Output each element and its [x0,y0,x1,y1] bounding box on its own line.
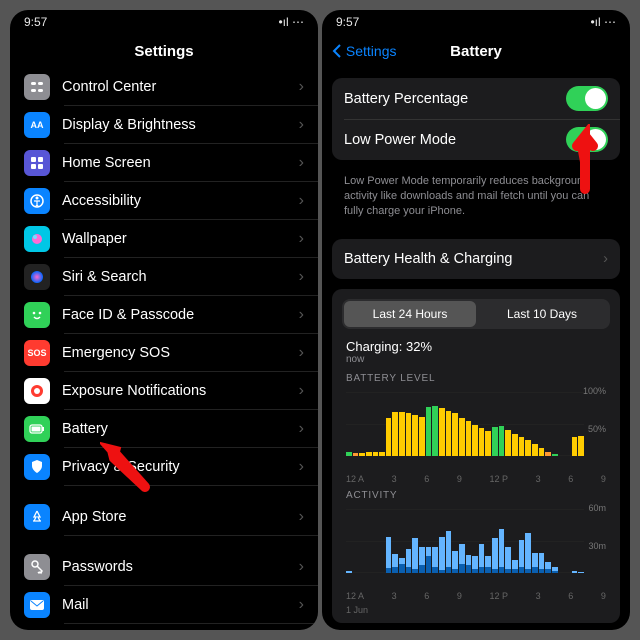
chevron-right-icon: › [299,230,304,248]
ylab: 50% [588,424,606,434]
chart-activity: 60m 30m [346,505,606,587]
row-label: Control Center [62,79,299,95]
row-icon [24,504,50,530]
charging-sub: now [332,354,620,371]
page-title: Settings [10,34,318,68]
row-label: Privacy & Security [62,459,299,475]
row-label: Wallpaper [62,231,299,247]
row-icon: AA [24,112,50,138]
row-label: Battery [62,421,299,437]
row-icon [24,454,50,480]
charging-status: Charging: 32% [332,339,620,354]
lpm-footnote: Low Power Mode temporarily reduces backg… [322,170,630,229]
row-icon [24,188,50,214]
row-label: Emergency SOS [62,345,299,361]
settings-row[interactable]: Mail› [10,586,318,624]
chevron-right-icon: › [299,420,304,438]
ylab: 60m [588,503,606,513]
chevron-right-icon: › [299,154,304,172]
chevron-right-icon: › [299,116,304,134]
status-time: 9:57 [24,15,47,29]
segment-10d[interactable]: Last 10 Days [476,301,608,327]
row-label: Display & Brightness [62,117,299,133]
settings-row[interactable]: Battery› [10,410,318,448]
row-icon [24,74,50,100]
chevron-right-icon: › [299,306,304,324]
chevron-right-icon: › [299,192,304,210]
row-icon [24,554,50,580]
toggle-battery-percentage[interactable] [566,86,608,111]
status-time: 9:57 [336,15,359,29]
chart-title-activity: ACTIVITY [332,488,620,503]
row-label: Siri & Search [62,269,299,285]
row-icon [24,378,50,404]
battery-screen: 9:57 •ıl ⋯ Settings Battery Battery Perc… [322,10,630,630]
row-icon [24,592,50,618]
chevron-right-icon: › [299,458,304,476]
settings-row[interactable]: Home Screen› [10,144,318,182]
status-bar: 9:57 •ıl ⋯ [322,10,630,34]
ylab: 100% [583,386,606,396]
settings-row[interactable]: Accessibility› [10,182,318,220]
chevron-right-icon: › [299,596,304,614]
status-icons: •ıl ⋯ [278,15,304,29]
row-label: Face ID & Passcode [62,307,299,323]
chevron-right-icon: › [299,382,304,400]
back-label: Settings [346,43,397,59]
row-battery-percentage[interactable]: Battery Percentage [332,78,620,119]
row-icon [24,264,50,290]
settings-row[interactable]: Wallpaper› [10,220,318,258]
chevron-right-icon: › [299,558,304,576]
row-label: Passwords [62,559,299,575]
time-range-segment[interactable]: Last 24 Hours Last 10 Days [342,299,610,329]
toggle-low-power-mode[interactable] [566,127,608,152]
settings-row[interactable]: Exposure Notifications› [10,372,318,410]
row-battery-health[interactable]: Battery Health & Charging › [332,239,620,279]
row-label: App Store [62,509,299,525]
label: Battery Health & Charging [344,251,603,267]
chevron-right-icon: › [299,508,304,526]
settings-row[interactable]: Privacy & Security› [10,448,318,486]
row-icon [24,416,50,442]
row-icon [24,150,50,176]
back-button[interactable]: Settings [332,43,396,59]
row-icon: SOS [24,340,50,366]
label: Battery Percentage [344,91,566,107]
settings-row[interactable]: SOS Emergency SOS› [10,334,318,372]
settings-row[interactable]: AA Display & Brightness› [10,106,318,144]
row-label: Home Screen [62,155,299,171]
chart-battery-level: 100% 50% [346,388,606,470]
settings-row[interactable]: App Store› [10,498,318,536]
settings-row[interactable]: Control Center› [10,68,318,106]
chart-title-battery-level: BATTERY LEVEL [332,371,620,386]
row-label: Exposure Notifications [62,383,299,399]
row-low-power-mode[interactable]: Low Power Mode [332,119,620,160]
row-icon [24,226,50,252]
row-icon [24,302,50,328]
ylab: 30m [588,541,606,551]
settings-row[interactable]: Passwords› [10,548,318,586]
settings-row[interactable]: Siri & Search› [10,258,318,296]
segment-24h[interactable]: Last 24 Hours [344,301,476,327]
status-bar: 9:57 •ıl ⋯ [10,10,318,34]
chevron-right-icon: › [603,251,608,267]
label: Low Power Mode [344,132,566,148]
chevron-right-icon: › [299,344,304,362]
chevron-right-icon: › [299,78,304,96]
settings-row[interactable]: Contacts› [10,624,318,630]
settings-screen: 9:57 •ıl ⋯ Settings Control Center›AADis… [10,10,318,630]
row-label: Mail [62,597,299,613]
chevron-right-icon: › [299,268,304,286]
date-label: 1 Jun [332,605,620,615]
status-icons: •ıl ⋯ [590,15,616,29]
row-label: Accessibility [62,193,299,209]
page-title: Battery [450,43,502,60]
settings-row[interactable]: Face ID & Passcode› [10,296,318,334]
